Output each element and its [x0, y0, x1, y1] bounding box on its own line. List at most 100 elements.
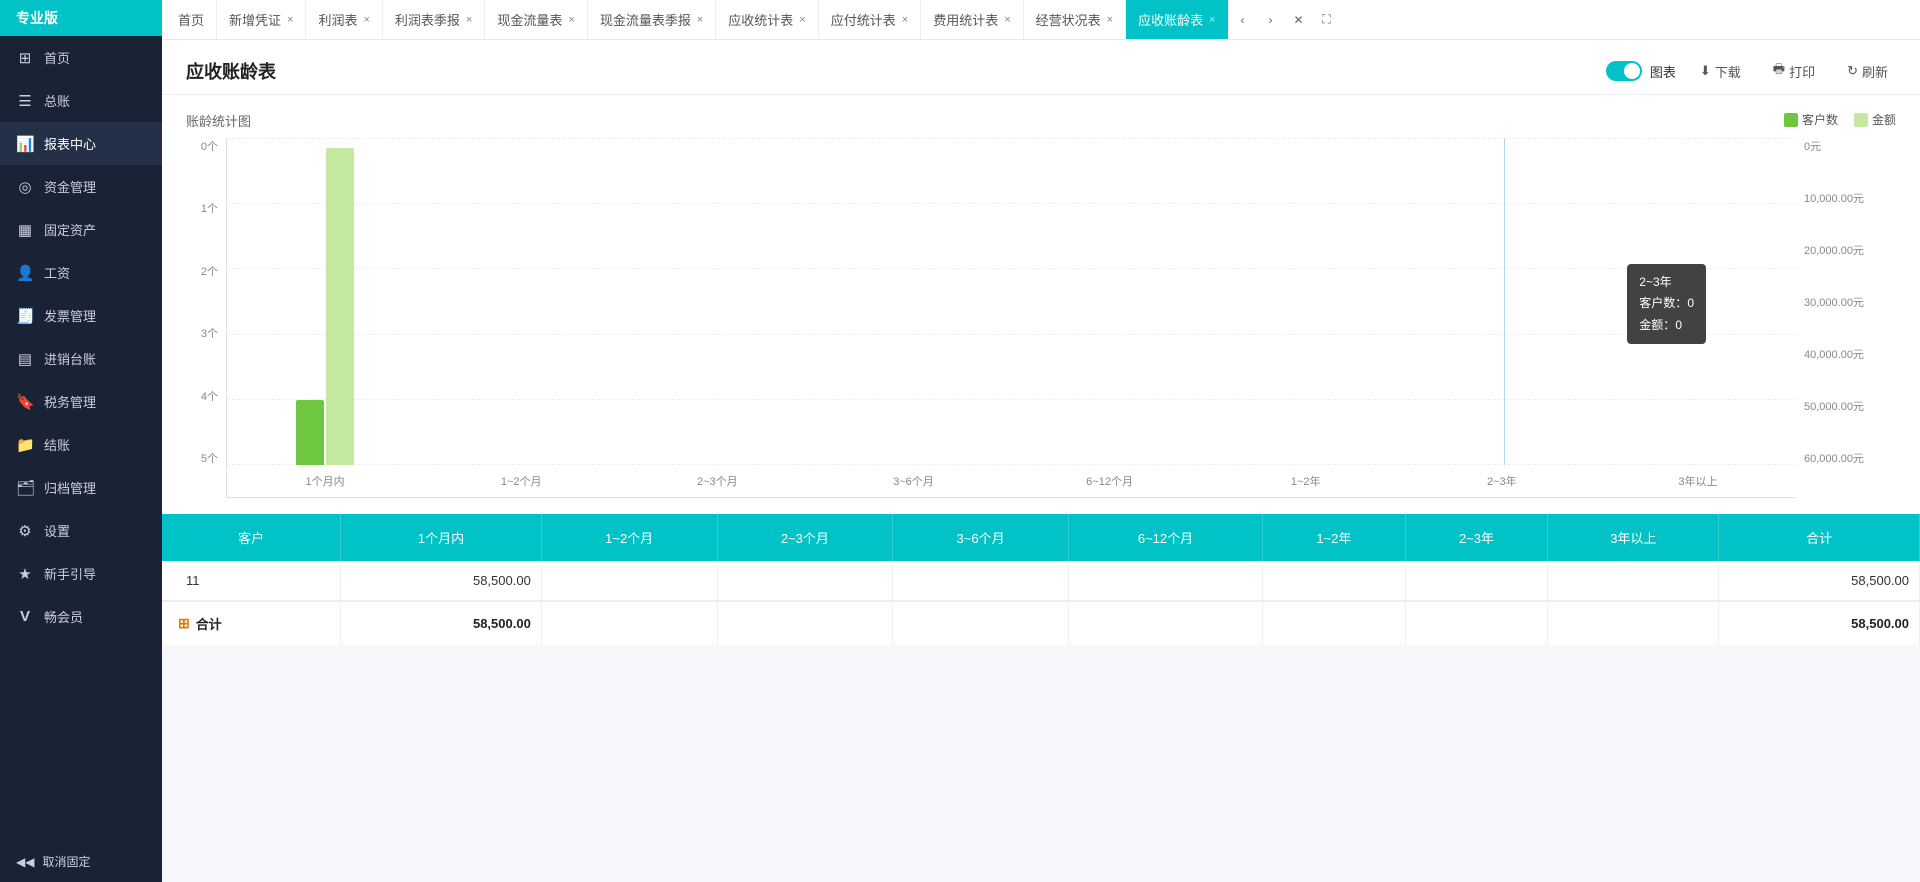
bar-group-2[interactable] — [619, 138, 815, 465]
tab-cashflow-quarter-close[interactable]: × — [697, 14, 703, 26]
y-axis-left: 5个 4个 3个 2个 1个 0个 — [186, 138, 226, 498]
y-left-4: 4个 — [186, 388, 218, 404]
legend-amount-label: 金额 — [1872, 111, 1896, 128]
total-icon: ⊞ — [178, 615, 190, 632]
tab-profit-quarter-label: 利润表季报 — [395, 10, 460, 29]
x-label-5: 1~2年 — [1208, 465, 1404, 497]
tab-payable-stat[interactable]: 应付统计表 × — [819, 0, 921, 40]
tab-payable-stat-close[interactable]: × — [902, 14, 908, 26]
y-left-0: 0个 — [186, 138, 218, 154]
tab-business-stat-close[interactable]: × — [1107, 14, 1113, 26]
bar-group-1[interactable] — [423, 138, 619, 465]
print-btn[interactable]: 🖶 打印 — [1765, 56, 1823, 86]
archive-icon: 🗂 — [16, 479, 34, 497]
chart-toggle[interactable]: 图表 — [1606, 61, 1676, 81]
tab-cashflow-quarter[interactable]: 现金流量表季报 × — [588, 0, 716, 40]
sidebar-item-home[interactable]: ⊞ 首页 — [0, 36, 162, 79]
sidebar-item-closing[interactable]: 📁 结账 — [0, 423, 162, 466]
tab-close-all-btn[interactable]: ✕ — [1285, 6, 1313, 34]
tab-expense-stat-close[interactable]: × — [1004, 14, 1010, 26]
bar-group-4[interactable] — [1012, 138, 1208, 465]
sidebar-item-member[interactable]: V 畅会员 — [0, 595, 162, 638]
sidebar-item-invoice[interactable]: 🧾 发票管理 — [0, 294, 162, 337]
tab-voucher[interactable]: 新增凭证 × — [217, 0, 306, 40]
tf-month23 — [717, 601, 893, 645]
download-icon: ⬇ — [1700, 63, 1711, 79]
x-label-1: 1~2个月 — [423, 465, 619, 497]
tf-month1: 58,500.00 — [341, 601, 542, 645]
table-row: 11 58,500.00 58,500.00 — [162, 561, 1920, 601]
tab-profit[interactable]: 利润表 × — [306, 0, 382, 40]
bar-group-0[interactable] — [227, 138, 423, 465]
chart-legend: 客户数 金额 — [1784, 111, 1896, 128]
sidebar-collapse-btn[interactable]: ◀◀ 取消固定 — [0, 841, 162, 882]
tab-profit-close[interactable]: × — [363, 14, 369, 26]
bar-group-6[interactable] — [1404, 138, 1600, 465]
bar-group-5[interactable] — [1208, 138, 1404, 465]
sidebar-item-assets-label: 固定资产 — [44, 220, 96, 239]
app-logo: 专业版 — [0, 0, 162, 36]
tab-expense-stat[interactable]: 费用统计表 × — [921, 0, 1023, 40]
tab-expand-btn[interactable]: ⛶ — [1313, 6, 1341, 34]
sidebar: 专业版 ⊞ 首页 ☰ 总账 📊 报表中心 ◎ 资金管理 ▦ 固定资产 👤 工资 … — [0, 0, 162, 882]
td-customer-0: 11 — [162, 561, 341, 601]
sidebar-item-settings-label: 设置 — [44, 521, 70, 540]
tab-cashflow-close[interactable]: × — [568, 14, 574, 26]
tab-aging-close[interactable]: × — [1209, 14, 1215, 26]
tab-receivable-stat[interactable]: 应收统计表 × — [716, 0, 818, 40]
salary-icon: 👤 — [16, 264, 34, 282]
tab-profit-label: 利润表 — [318, 10, 357, 29]
td-total-0: 58,500.00 — [1719, 561, 1920, 601]
sidebar-item-salary[interactable]: 👤 工资 — [0, 251, 162, 294]
tab-cashflow[interactable]: 现金流量表 × — [485, 0, 587, 40]
sidebar-item-funds[interactable]: ◎ 资金管理 — [0, 165, 162, 208]
tab-aging[interactable]: 应收账龄表 × — [1126, 0, 1228, 40]
th-total: 合计 — [1719, 514, 1920, 561]
bar-group-7[interactable] — [1600, 138, 1796, 465]
tab-bar: 首页 新增凭证 × 利润表 × 利润表季报 × 现金流量表 × 现金流量表季报 … — [162, 0, 1920, 40]
chart-toggle-switch[interactable] — [1606, 61, 1642, 81]
sidebar-item-funds-label: 资金管理 — [44, 177, 96, 196]
member-icon: V — [16, 608, 34, 625]
sidebar-item-ledger[interactable]: ☰ 总账 — [0, 79, 162, 122]
y-right-2: 20,000.00元 — [1804, 242, 1896, 258]
sidebar-item-reports[interactable]: 📊 报表中心 — [0, 122, 162, 165]
y-axis-right: 60,000.00元 50,000.00元 40,000.00元 30,000.… — [1796, 138, 1896, 498]
tab-home[interactable]: 首页 — [166, 0, 217, 40]
collapse-icon: ◀◀ — [16, 855, 34, 869]
header-actions: 图表 ⬇ 下载 🖶 打印 ↻ 刷新 — [1606, 56, 1896, 86]
th-month36: 3~6个月 — [893, 514, 1069, 561]
bar-customer-0 — [296, 400, 324, 465]
refresh-btn[interactable]: ↻ 刷新 — [1839, 58, 1896, 85]
legend-customer-dot — [1784, 113, 1798, 127]
tab-business-stat[interactable]: 经营状况表 × — [1024, 0, 1126, 40]
x-label-2: 2~3个月 — [619, 465, 815, 497]
tab-receivable-stat-close[interactable]: × — [799, 14, 805, 26]
y-left-3: 3个 — [186, 325, 218, 341]
tf-total: 58,500.00 — [1719, 601, 1920, 645]
sidebar-item-archive[interactable]: 🗂 归档管理 — [0, 466, 162, 509]
tab-home-label: 首页 — [178, 10, 204, 29]
sidebar-item-ledger-label: 总账 — [44, 91, 70, 110]
tab-profit-quarter-close[interactable]: × — [466, 14, 472, 26]
invoice-icon: 🧾 — [16, 307, 34, 325]
td-month612-0 — [1068, 561, 1262, 601]
tab-next-btn[interactable]: › — [1257, 6, 1285, 34]
ledger-icon: ☰ — [16, 92, 34, 110]
th-month612: 6~12个月 — [1068, 514, 1262, 561]
tab-receivable-stat-label: 应收统计表 — [728, 10, 793, 29]
tab-profit-quarter[interactable]: 利润表季报 × — [383, 0, 485, 40]
tab-prev-btn[interactable]: ‹ — [1229, 6, 1257, 34]
sidebar-item-tax[interactable]: 🔖 税务管理 — [0, 380, 162, 423]
y-right-0: 0元 — [1804, 138, 1896, 154]
tf-year3plus — [1548, 601, 1719, 645]
sidebar-item-inventory[interactable]: ▤ 进销台账 — [0, 337, 162, 380]
bar-group-3[interactable] — [815, 138, 1011, 465]
sidebar-item-settings[interactable]: ⚙ 设置 — [0, 509, 162, 552]
sidebar-item-guide[interactable]: ★ 新手引导 — [0, 552, 162, 595]
tab-voucher-close[interactable]: × — [287, 14, 293, 26]
settings-icon: ⚙ — [16, 522, 34, 540]
sidebar-item-assets[interactable]: ▦ 固定资产 — [0, 208, 162, 251]
download-btn[interactable]: ⬇ 下载 — [1692, 58, 1749, 85]
download-label: 下载 — [1715, 62, 1741, 81]
